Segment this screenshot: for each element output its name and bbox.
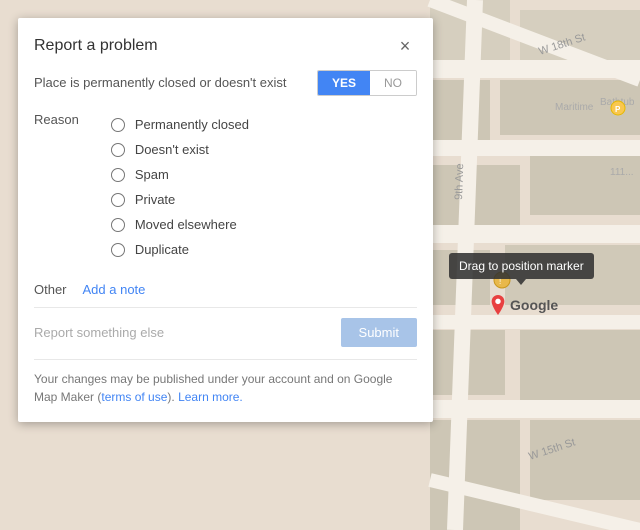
toggle-switch[interactable]: YES NO xyxy=(317,70,417,96)
reason-section: Reason Permanently closed Doesn't exist … xyxy=(34,112,417,262)
dialog-body: Place is permanently closed or doesn't e… xyxy=(18,70,433,422)
learn-more-link[interactable]: Learn more. xyxy=(178,390,243,404)
add-note-link[interactable]: Add a note xyxy=(83,282,146,297)
reason-options: Permanently closed Doesn't exist Spam Pr… xyxy=(103,112,249,262)
svg-text:9th Ave: 9th Ave xyxy=(453,163,466,200)
svg-text:Maritime: Maritime xyxy=(555,102,594,113)
marker-label: Google xyxy=(510,297,558,313)
drag-position-tooltip: Drag to position marker xyxy=(449,253,594,279)
marker-pin-icon xyxy=(490,295,506,315)
submit-button[interactable]: Submit xyxy=(341,318,417,347)
reason-private[interactable]: Private xyxy=(111,187,249,212)
footer-text-between: ). xyxy=(167,390,178,404)
report-else-row: Report something else Submit xyxy=(34,307,417,347)
reason-duplicate[interactable]: Duplicate xyxy=(111,237,249,262)
report-problem-dialog: Report a problem × Place is permanently … xyxy=(18,18,433,422)
reason-moved-elsewhere[interactable]: Moved elsewhere xyxy=(111,212,249,237)
toggle-row: Place is permanently closed or doesn't e… xyxy=(34,70,417,96)
reason-spam[interactable]: Spam xyxy=(111,162,249,187)
toggle-label: Place is permanently closed or doesn't e… xyxy=(34,74,317,92)
reason-doesnt-exist[interactable]: Doesn't exist xyxy=(111,137,249,162)
toggle-yes-option[interactable]: YES xyxy=(318,71,370,95)
close-button[interactable]: × xyxy=(393,34,417,58)
reason-label: Reason xyxy=(34,112,79,254)
dialog-title: Report a problem xyxy=(34,37,158,55)
svg-text:111...: 111... xyxy=(610,167,634,178)
terms-of-use-link[interactable]: terms of use xyxy=(101,390,167,404)
other-label: Other xyxy=(34,282,67,297)
google-map-marker[interactable]: Google xyxy=(490,295,558,315)
report-else-text: Report something else xyxy=(34,325,164,340)
svg-text:P: P xyxy=(615,105,621,114)
toggle-no-option[interactable]: NO xyxy=(370,71,416,95)
other-row: Other Add a note xyxy=(34,276,417,297)
reason-permanently-closed[interactable]: Permanently closed xyxy=(111,112,249,137)
dialog-header: Report a problem × xyxy=(18,18,433,70)
footer-text: Your changes may be published under your… xyxy=(34,359,417,406)
